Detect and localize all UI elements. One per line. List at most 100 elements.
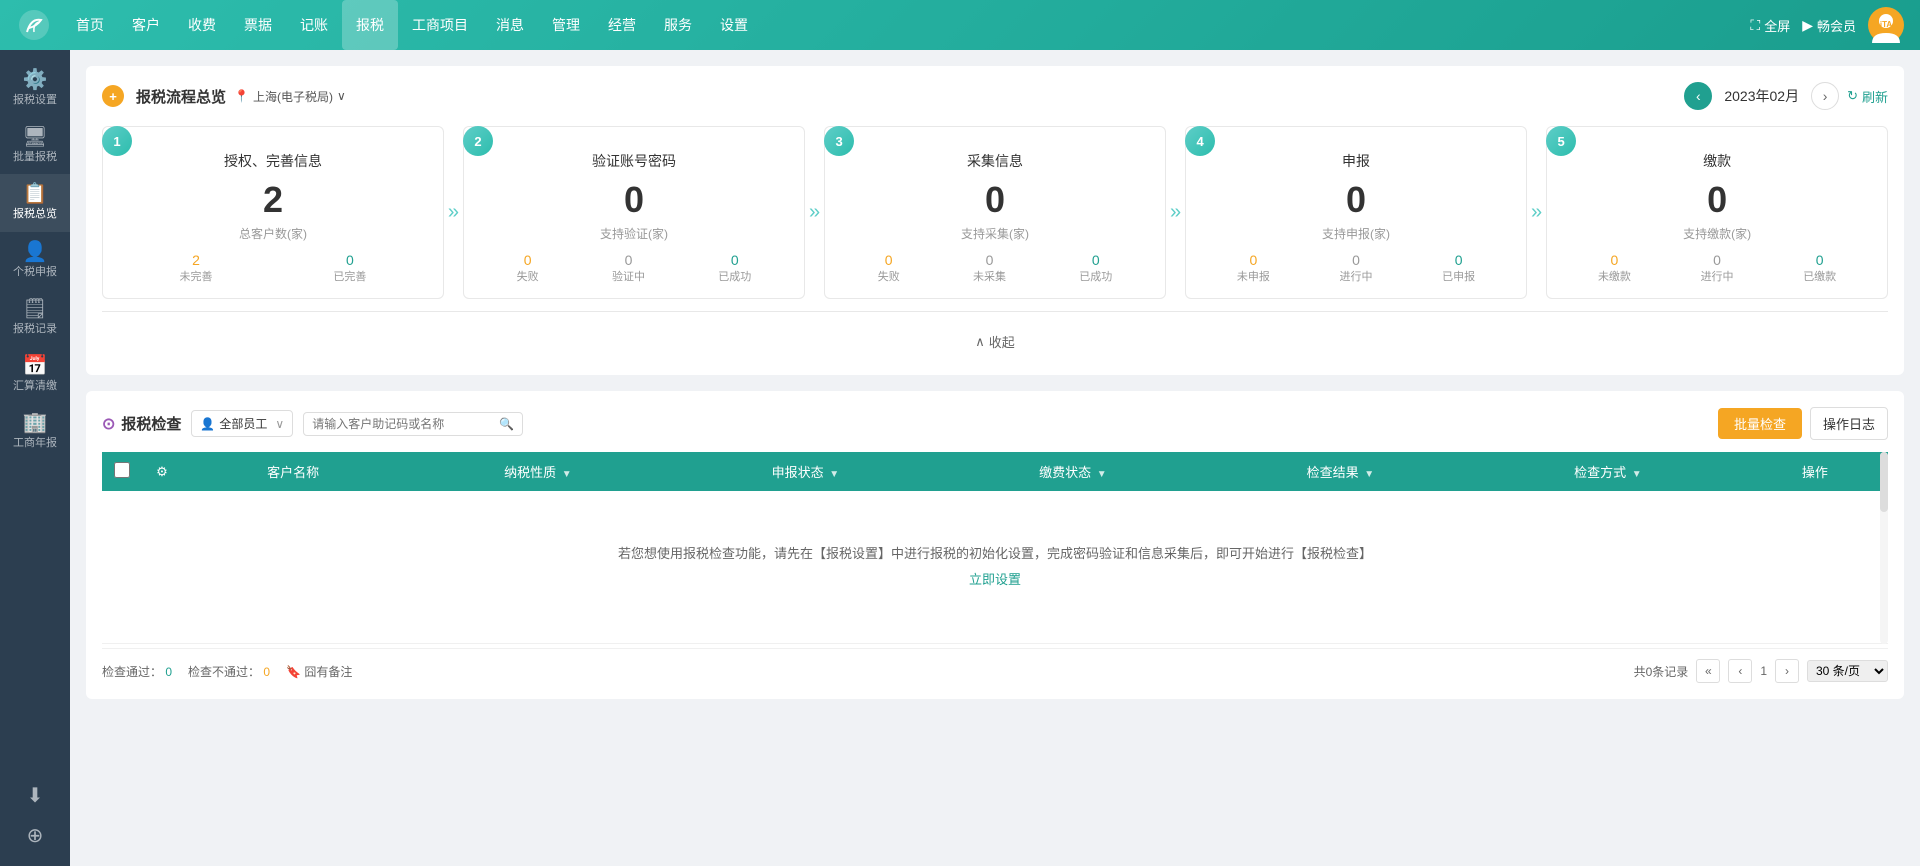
fail-stat: 检查不通过： 0 [188, 663, 270, 680]
batch-check-button[interactable]: 批量检查 [1718, 408, 1802, 439]
first-page-button[interactable]: « [1696, 659, 1720, 683]
staff-selector[interactable]: 👤 全部员工 ∨ [191, 410, 293, 437]
arrow-3: » [1166, 126, 1185, 299]
flow-card-header: + 报税流程总览 📍 上海(电子税局) ∨ ‹ 2023年02月 › ↻ 刷新 [102, 82, 1888, 110]
top-nav: 首页 客户 收费 票据 记账 报税 工商项目 消息 管理 经营 服务 设置 ⛶ … [0, 0, 1920, 50]
gear-icon[interactable]: ⚙ [156, 464, 168, 479]
search-icon[interactable]: 🔍 [499, 417, 514, 431]
plus-icon: + [102, 85, 124, 107]
nav-manage[interactable]: 管理 [538, 0, 594, 50]
stat-fail: 0 失败 [517, 252, 539, 284]
nav-operation[interactable]: 经营 [594, 0, 650, 50]
check-header-right: 批量检查 操作日志 [1718, 407, 1888, 440]
th-client-name: 客户名称 [182, 452, 404, 491]
step-title-2: 验证账号密码 [480, 151, 788, 171]
stat-undeclared: 0 未申报 [1237, 252, 1270, 284]
filter-method-icon[interactable]: ▼ [1632, 469, 1642, 480]
empty-message: 若您想使用报税检查功能，请先在【报税设置】中进行报税的初始化设置，完成密码验证和… [114, 541, 1876, 567]
arrow-4: » [1527, 126, 1546, 299]
record-icon: 🗒 [22, 299, 47, 319]
settlement-icon: 📅 [23, 356, 48, 376]
log-button[interactable]: 操作日志 [1810, 407, 1888, 440]
filter-result-icon[interactable]: ▼ [1364, 469, 1374, 480]
stat-success: 0 已成功 [718, 252, 751, 284]
step-card-1: 1 授权、完善信息 2 总客户数(家) 2 未完善 0 已完善 [102, 126, 444, 299]
step-number-5: 5 [1546, 126, 1576, 156]
sidebar-item-annual-settlement[interactable]: 📅 汇算清缴 [0, 346, 70, 403]
next-month-button[interactable]: › [1811, 82, 1839, 110]
per-page-select[interactable]: 30 条/页 50 条/页 100 条/页 [1807, 660, 1888, 682]
note-icon: 🔖 [286, 665, 301, 679]
nav-settings[interactable]: 设置 [706, 0, 762, 50]
th-tax-nature: 纳税性质 ▼ [404, 452, 672, 491]
select-all-checkbox[interactable] [114, 462, 130, 478]
step-number-2: 2 [463, 126, 493, 156]
nav-business[interactable]: 工商项目 [398, 0, 482, 50]
current-page: 1 [1760, 664, 1767, 678]
filter-declare-icon[interactable]: ▼ [829, 469, 839, 480]
prev-month-button[interactable]: ‹ [1684, 82, 1712, 110]
sidebar-item-personal-tax[interactable]: 👤 个税申报 [0, 232, 70, 289]
sidebar-item-batch-tax[interactable]: 🖥 批量报税 [0, 117, 70, 174]
setup-link[interactable]: 立即设置 [969, 572, 1021, 587]
step-stats-5: 0 未缴款 0 进行中 0 已缴款 [1563, 252, 1871, 284]
nav-invoice[interactable]: 票据 [230, 0, 286, 50]
step-count-2: 0 [480, 179, 788, 221]
member-button[interactable]: ▶ 畅会员 [1802, 16, 1856, 35]
th-declare-status: 申报状态 ▼ [672, 452, 940, 491]
nav-client[interactable]: 客户 [118, 0, 174, 50]
sidebar-help[interactable]: ⊕ [0, 816, 70, 856]
stat-incomplete: 2 未完善 [179, 252, 212, 284]
nav-bookkeeping[interactable]: 记账 [286, 0, 342, 50]
th-check-result: 检查结果 ▼ [1207, 452, 1475, 491]
search-box[interactable]: 🔍 [303, 412, 523, 436]
personal-tax-icon: 👤 [23, 242, 48, 262]
svg-text:iTA: iTA [1880, 20, 1893, 29]
collapse-button[interactable]: ∧ 收起 [102, 324, 1888, 359]
fail-link[interactable]: 0 [263, 665, 270, 679]
filter-pay-icon[interactable]: ▼ [1097, 469, 1107, 480]
nav-service[interactable]: 服务 [650, 0, 706, 50]
th-checkbox [102, 452, 142, 491]
collapse-up-icon: ∧ [975, 334, 985, 350]
avatar[interactable]: iTA [1868, 7, 1904, 43]
th-operation: 操作 [1742, 452, 1888, 491]
flow-overview-title: 报税流程总览 [136, 86, 226, 107]
sidebar-item-tax-overview[interactable]: 📋 报税总览 [0, 174, 70, 231]
nav-message[interactable]: 消息 [482, 0, 538, 50]
th-pay-status: 缴费状态 ▼ [939, 452, 1207, 491]
step-sub-5: 支持缴款(家) [1563, 225, 1871, 242]
prev-page-button[interactable]: ‹ [1728, 659, 1752, 683]
location-selector[interactable]: 📍 上海(电子税局) ∨ [234, 88, 346, 105]
step-sub-2: 支持验证(家) [480, 225, 788, 242]
step-card-2: 2 验证账号密码 0 支持验证(家) 0 失败 0 验证中 0 已成功 [463, 126, 805, 299]
sidebar-item-tax-settings[interactable]: ⚙️ 报税设置 [0, 60, 70, 117]
sidebar-download[interactable]: ⬇ [0, 776, 70, 816]
stat-in-progress-5: 0 进行中 [1701, 252, 1734, 284]
pass-link[interactable]: 0 [165, 665, 172, 679]
nav-items: 首页 客户 收费 票据 记账 报税 工商项目 消息 管理 经营 服务 设置 [62, 0, 1750, 50]
month-label: 2023年02月 [1724, 86, 1799, 106]
step-sub-4: 支持申报(家) [1202, 225, 1510, 242]
month-nav: ‹ 2023年02月 › [1684, 82, 1839, 110]
refresh-button[interactable]: ↻ 刷新 [1847, 87, 1888, 106]
check-footer: 检查通过： 0 检查不通过： 0 🔖 囧有备注 共0条记录 « ‹ 1 › 30… [102, 648, 1888, 683]
sidebar-item-annual-report[interactable]: 🏢 工商年报 [0, 403, 70, 460]
search-input[interactable] [312, 417, 499, 431]
filter-tax-nature-icon[interactable]: ▼ [562, 469, 572, 480]
next-page-button[interactable]: › [1775, 659, 1799, 683]
dropdown-icon: ∨ [275, 417, 284, 431]
nav-home[interactable]: 首页 [62, 0, 118, 50]
nav-fee[interactable]: 收费 [174, 0, 230, 50]
chevron-down-icon: ∨ [337, 89, 346, 103]
sidebar-bottom: ⬇ ⊕ [0, 776, 70, 856]
step-title-3: 采集信息 [841, 151, 1149, 171]
settings-icon: ⚙️ [23, 70, 48, 90]
note-stat: 🔖 囧有备注 [286, 663, 352, 680]
batch-tax-icon: 🖥 [22, 127, 47, 147]
check-header: ⊙ 报税检查 👤 全部员工 ∨ 🔍 批量检查 操作日志 [102, 407, 1888, 440]
step-stats-4: 0 未申报 0 进行中 0 已申报 [1202, 252, 1510, 284]
nav-tax[interactable]: 报税 [342, 0, 398, 50]
sidebar-item-tax-record[interactable]: 🗒 报税记录 [0, 289, 70, 346]
fullscreen-button[interactable]: ⛶ 全屏 [1750, 16, 1790, 35]
